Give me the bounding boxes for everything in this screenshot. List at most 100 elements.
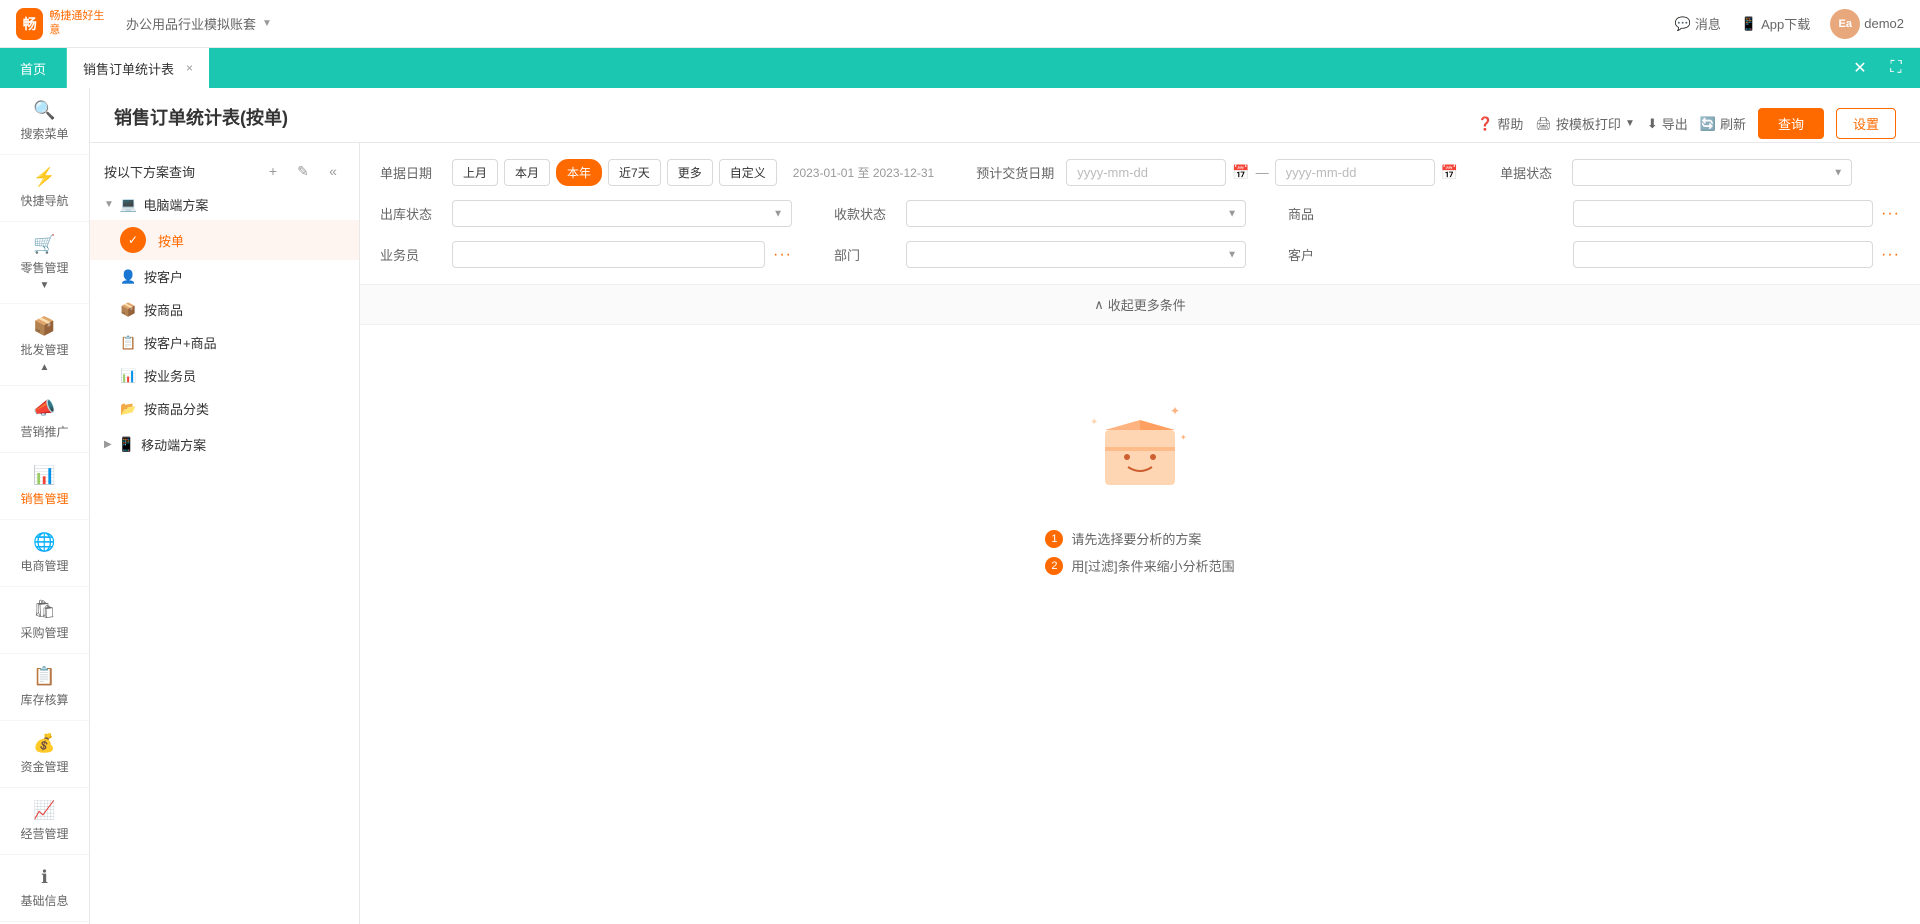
hint-text-2: 用[过滤]条件来缩小分析范围 xyxy=(1071,556,1234,575)
sidebar-item-operations[interactable]: 📈 经营管理 xyxy=(0,788,89,855)
tree-group-mobile-label: 移动端方案 xyxy=(141,435,206,454)
app-logo[interactable]: 畅 畅捷通好生意 xyxy=(16,8,106,40)
retail-icon: 🛒 xyxy=(33,234,55,255)
svg-text:✦: ✦ xyxy=(1180,433,1187,442)
tab-sales-order[interactable]: 销售订单统计表 × xyxy=(67,48,209,88)
settings-button[interactable]: 设置 xyxy=(1836,108,1896,139)
edit-icon: ✎ xyxy=(297,163,309,180)
right-panel: 单据日期 上月 本月 本年 近7天 更多 自定义 2023-01-01 至 20… xyxy=(360,143,1920,924)
basic-icon: ℹ xyxy=(41,867,48,888)
department-select[interactable] xyxy=(907,242,1245,267)
delivery-status-select[interactable] xyxy=(453,201,791,226)
message-button[interactable]: 💬 消息 xyxy=(1675,14,1721,33)
breadcrumb-chevron-icon: ▼ xyxy=(262,18,272,29)
sidebar-item-quick-nav[interactable]: ⚡ 快捷导航 xyxy=(0,155,89,222)
sidebar-item-retail[interactable]: 🛒 零售管理 ▼ xyxy=(0,222,89,304)
customer-more-icon[interactable]: ··· xyxy=(1881,246,1900,264)
sidebar-item-basic[interactable]: ℹ 基础信息 xyxy=(0,855,89,922)
filter-row-1: 单据日期 上月 本月 本年 近7天 更多 自定义 2023-01-01 至 20… xyxy=(380,159,1900,186)
collapse-up-icon: ∧ xyxy=(1094,297,1104,313)
app-download-button[interactable]: 📱 App下载 xyxy=(1741,14,1810,33)
avatar: Ea xyxy=(1830,9,1860,39)
sidebar-item-label: 销售管理 xyxy=(20,490,68,507)
export-button[interactable]: ⬇ 导出 xyxy=(1647,114,1688,133)
sidebar-item-search-menu[interactable]: 🔍 搜索菜单 xyxy=(0,88,89,155)
sidebar-item-label: 零售管理 xyxy=(20,259,68,276)
print-label: 按模板打印 xyxy=(1556,114,1621,133)
empty-hints: 1 请先选择要分析的方案 2 用[过滤]条件来缩小分析范围 xyxy=(1045,529,1234,583)
salesman-label: 业务员 xyxy=(380,245,440,264)
help-icon: ❓ xyxy=(1477,116,1493,132)
order-status-select-wrap: ▼ xyxy=(1572,159,1852,186)
date-btn-last-month[interactable]: 上月 xyxy=(452,159,498,186)
window-close-button[interactable]: ✕ xyxy=(1846,54,1874,82)
tree-group-desktop: ▼ 💻 电脑端方案 ✓ 按单 👤 按客户 xyxy=(90,189,359,425)
edit-scheme-button[interactable]: ✎ xyxy=(291,159,315,183)
expected-date-from-input[interactable] xyxy=(1066,159,1226,186)
page-actions: ❓ 帮助 🖨 按模板打印 ▼ ⬇ 导出 🔄 刷新 查询 设置 xyxy=(1477,104,1896,139)
breadcrumb: 办公用品行业模拟账套 ▼ xyxy=(106,14,1675,33)
expected-date-label: 预计交货日期 xyxy=(976,163,1054,182)
date-btn-last-7-days[interactable]: 近7天 xyxy=(608,159,661,186)
goods-input[interactable] xyxy=(1573,200,1873,227)
customer-product-icon: 📋 xyxy=(120,335,136,351)
window-expand-button[interactable]: ⛶ xyxy=(1882,54,1910,82)
payment-status-select[interactable] xyxy=(907,201,1245,226)
salesman-input[interactable] xyxy=(452,241,765,268)
message-icon: 💬 xyxy=(1675,16,1691,32)
tree-item-by-salesman[interactable]: 📊 按业务员 xyxy=(90,359,359,392)
sidebar-item-label: 电商管理 xyxy=(20,557,68,574)
tab-home[interactable]: 首页 xyxy=(0,48,67,88)
tree-item-by-category[interactable]: 📂 按商品分类 xyxy=(90,392,359,425)
empty-illustration: ✦ ✦ ✦ xyxy=(1080,385,1200,505)
date-btn-custom[interactable]: 自定义 xyxy=(719,159,777,186)
customer-input[interactable] xyxy=(1573,241,1873,268)
sidebar-item-label: 批发管理 xyxy=(20,341,68,358)
desktop-icon: 💻 xyxy=(120,196,137,213)
collapse-panel-button[interactable]: « xyxy=(321,159,345,183)
collapse-button[interactable]: ∧ 收起更多条件 xyxy=(1094,295,1186,314)
tree-item-by-product[interactable]: 📦 按商品 xyxy=(90,293,359,326)
download-icon: 📱 xyxy=(1741,16,1757,32)
add-scheme-button[interactable]: + xyxy=(261,159,285,183)
window-expand-icon: ⛶ xyxy=(1890,59,1901,77)
tree-item-by-customer-product[interactable]: 📋 按客户+商品 xyxy=(90,326,359,359)
refresh-button[interactable]: 🔄 刷新 xyxy=(1700,114,1746,133)
ecommerce-icon: 🌐 xyxy=(33,532,55,553)
search-menu-icon: 🔍 xyxy=(33,100,55,121)
salesman-more-icon[interactable]: ··· xyxy=(773,246,792,264)
sidebar-item-finance[interactable]: 💰 资金管理 xyxy=(0,721,89,788)
query-button[interactable]: 查询 xyxy=(1758,108,1824,139)
department-select-wrap: ▼ xyxy=(906,241,1246,268)
export-label: 导出 xyxy=(1662,114,1688,133)
sidebar-item-label: 搜索菜单 xyxy=(20,125,68,142)
active-indicator: ✓ xyxy=(120,227,146,253)
expected-date-to-input[interactable] xyxy=(1275,159,1435,186)
tree-item-by-order[interactable]: ✓ 按单 xyxy=(90,220,359,260)
tree-item-by-customer[interactable]: 👤 按客户 xyxy=(90,260,359,293)
sidebar-item-wholesale[interactable]: 📦 批发管理 ▲ xyxy=(0,304,89,386)
sidebar-item-marketing[interactable]: 📣 营销推广 xyxy=(0,386,89,453)
tree-item-label: 按商品分类 xyxy=(144,399,209,418)
sidebar-item-purchase[interactable]: 🛍 采购管理 xyxy=(0,587,89,654)
user-avatar-area[interactable]: Ea demo2 xyxy=(1830,9,1904,39)
sidebar-item-inventory[interactable]: 📋 库存核算 xyxy=(0,654,89,721)
date-btn-this-year[interactable]: 本年 xyxy=(556,159,602,186)
department-label: 部门 xyxy=(834,245,894,264)
tree-group-mobile-header[interactable]: ▶ 📱 移动端方案 xyxy=(90,429,359,460)
goods-more-icon[interactable]: ··· xyxy=(1881,205,1900,223)
date-btn-this-month[interactable]: 本月 xyxy=(504,159,550,186)
help-button[interactable]: ❓ 帮助 xyxy=(1477,114,1523,133)
print-icon: 🖨 xyxy=(1535,116,1552,132)
calendar-from-icon[interactable]: 📅 xyxy=(1232,164,1249,181)
date-btn-more[interactable]: 更多 xyxy=(667,159,713,186)
quick-nav-icon: ⚡ xyxy=(33,167,55,188)
empty-hint-1: 1 请先选择要分析的方案 xyxy=(1045,529,1234,548)
tree-group-desktop-header[interactable]: ▼ 💻 电脑端方案 xyxy=(90,189,359,220)
order-status-select[interactable] xyxy=(1573,160,1851,185)
calendar-to-icon[interactable]: 📅 xyxy=(1441,164,1458,181)
tab-close-icon[interactable]: × xyxy=(186,61,193,75)
sidebar-item-sales[interactable]: 📊 销售管理 xyxy=(0,453,89,520)
print-button[interactable]: 🖨 按模板打印 ▼ xyxy=(1535,114,1634,133)
sidebar-item-ecommerce[interactable]: 🌐 电商管理 xyxy=(0,520,89,587)
